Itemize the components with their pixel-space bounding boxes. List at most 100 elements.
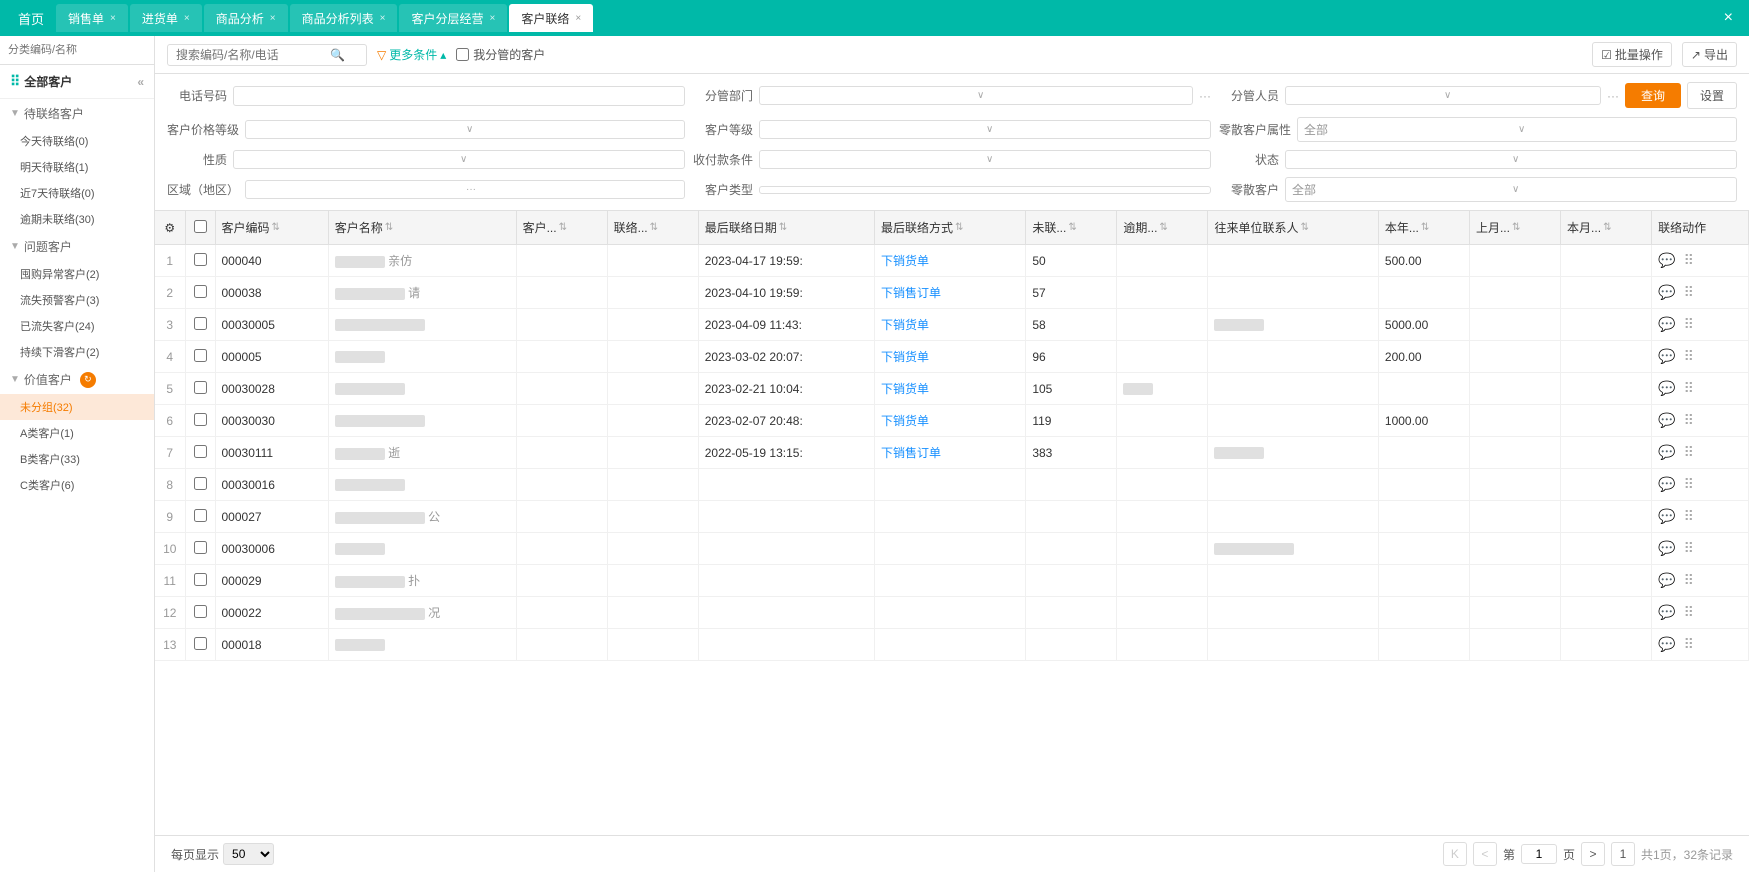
col-header-overdue[interactable]: 逾期...⇅	[1117, 211, 1208, 245]
last-way-cell[interactable]: 下销售订单	[874, 277, 1025, 309]
row-checkbox[interactable]	[194, 573, 207, 586]
sidebar-all-customers[interactable]: ⠿ 全部客户 «	[0, 65, 154, 99]
last-way-cell[interactable]	[874, 533, 1025, 565]
batch-ops-button[interactable]: ☑ 批量操作	[1592, 42, 1672, 67]
grid-action-icon[interactable]: ⠿	[1684, 252, 1694, 269]
row-checkbox[interactable]	[194, 349, 207, 362]
col-header-name[interactable]: 客户名称⇅	[328, 211, 516, 245]
message-icon[interactable]: 💬	[1658, 636, 1675, 653]
grid-action-icon[interactable]: ⠿	[1684, 412, 1694, 429]
reset-button[interactable]: 设置	[1687, 82, 1737, 109]
page-size-select[interactable]: 50 100 200	[223, 843, 274, 865]
row-checkbox-cell[interactable]	[185, 469, 215, 501]
row-checkbox[interactable]	[194, 509, 207, 522]
sidebar-item-ungrouped[interactable]: 未分组(32)	[0, 394, 154, 420]
sidebar-section-problem[interactable]: ▼ 问题客户	[0, 232, 154, 261]
row-checkbox[interactable]	[194, 317, 207, 330]
grid-action-icon[interactable]: ⠿	[1684, 476, 1694, 493]
tab-sales-order[interactable]: 销售单 ×	[56, 4, 128, 32]
grid-action-icon[interactable]: ⠿	[1684, 636, 1694, 653]
status-select[interactable]: ∨	[1285, 150, 1737, 169]
person-select[interactable]: ∨	[1285, 86, 1601, 105]
more-icon[interactable]: ···	[1607, 89, 1619, 103]
grid-action-icon[interactable]: ⠿	[1684, 444, 1694, 461]
row-checkbox[interactable]	[194, 637, 207, 650]
more-conditions-button[interactable]: ▽ 更多条件 ▴	[377, 46, 446, 63]
settings-column-header[interactable]: ⚙	[155, 211, 185, 245]
row-checkbox-cell[interactable]	[185, 277, 215, 309]
message-icon[interactable]: 💬	[1658, 316, 1675, 333]
tab-product-analysis[interactable]: 商品分析 ×	[204, 4, 288, 32]
check-all-checkbox[interactable]	[194, 220, 207, 233]
last-way-cell[interactable]: 下销售订单	[874, 437, 1025, 469]
col-header-this-year[interactable]: 本年...⇅	[1378, 211, 1469, 245]
sidebar-item-abnormal[interactable]: 囤购异常客户(2)	[0, 261, 154, 287]
page-number-input[interactable]	[1521, 844, 1557, 864]
export-button[interactable]: ↗ 导出	[1682, 42, 1737, 67]
phone-input[interactable]	[233, 86, 685, 106]
row-checkbox-cell[interactable]	[185, 405, 215, 437]
col-header-contact[interactable]: 联络...⇅	[607, 211, 698, 245]
message-icon[interactable]: 💬	[1658, 540, 1675, 557]
check-all-header[interactable]	[185, 211, 215, 245]
sidebar-section-value[interactable]: ▼ 价值客户 ↻	[0, 365, 154, 394]
row-checkbox-cell[interactable]	[185, 245, 215, 277]
row-checkbox[interactable]	[194, 381, 207, 394]
sidebar-search-input[interactable]	[8, 44, 150, 56]
my-customers-checkbox[interactable]: 我分管的客户	[456, 46, 545, 63]
col-header-this-month[interactable]: 本月...⇅	[1561, 211, 1652, 245]
sidebar-item-class-b[interactable]: B类客户(33)	[0, 446, 154, 472]
scatter-select[interactable]: 全部 ∨	[1285, 177, 1737, 202]
message-icon[interactable]: 💬	[1658, 572, 1675, 589]
close-icon[interactable]: ×	[489, 13, 495, 24]
row-checkbox[interactable]	[194, 541, 207, 554]
row-checkbox-cell[interactable]	[185, 437, 215, 469]
grid-action-icon[interactable]: ⠿	[1684, 604, 1694, 621]
sidebar-item-tomorrow[interactable]: 明天待联络(1)	[0, 154, 154, 180]
attr-select[interactable]: 全部 ∨	[1297, 117, 1737, 142]
row-checkbox-cell[interactable]	[185, 309, 215, 341]
price-select[interactable]: ∨	[245, 120, 685, 139]
message-icon[interactable]: 💬	[1658, 476, 1675, 493]
nature-select[interactable]: ∨	[233, 150, 685, 169]
grid-action-icon[interactable]: ⠿	[1684, 284, 1694, 301]
message-icon[interactable]: 💬	[1658, 252, 1675, 269]
row-checkbox[interactable]	[194, 477, 207, 490]
window-close-button[interactable]: ×	[1716, 9, 1741, 27]
message-icon[interactable]: 💬	[1658, 380, 1675, 397]
close-icon[interactable]: ×	[110, 13, 116, 24]
grade-select[interactable]: ∨	[759, 120, 1211, 139]
tab-customer-contact[interactable]: 客户联络 ×	[509, 4, 593, 32]
last-page-button[interactable]: 1	[1611, 842, 1635, 866]
grid-action-icon[interactable]: ⠿	[1684, 316, 1694, 333]
last-way-cell[interactable]	[874, 469, 1025, 501]
row-checkbox[interactable]	[194, 253, 207, 266]
row-checkbox-cell[interactable]	[185, 597, 215, 629]
sidebar-item-lost[interactable]: 已流失客户(24)	[0, 313, 154, 339]
search-box[interactable]: 🔍	[167, 44, 367, 66]
tab-customer-segment[interactable]: 客户分层经营 ×	[399, 4, 507, 32]
last-way-cell[interactable]	[874, 565, 1025, 597]
row-checkbox-cell[interactable]	[185, 501, 215, 533]
grid-action-icon[interactable]: ⠿	[1684, 508, 1694, 525]
sidebar-item-overdue[interactable]: 逾期未联络(30)	[0, 206, 154, 232]
row-checkbox-cell[interactable]	[185, 341, 215, 373]
message-icon[interactable]: 💬	[1658, 508, 1675, 525]
last-way-cell[interactable]: 下销货单	[874, 309, 1025, 341]
col-header-type[interactable]: 客户...⇅	[516, 211, 607, 245]
row-checkbox[interactable]	[194, 445, 207, 458]
last-way-cell[interactable]: 下销货单	[874, 341, 1025, 373]
region-select[interactable]: ···	[245, 180, 685, 199]
row-checkbox-cell[interactable]	[185, 629, 215, 661]
col-header-last-date[interactable]: 最后联络日期⇅	[698, 211, 874, 245]
col-header-unit-contact[interactable]: 往来单位联系人⇅	[1208, 211, 1378, 245]
col-header-not-contact[interactable]: 未联...⇅	[1026, 211, 1117, 245]
row-checkbox[interactable]	[194, 605, 207, 618]
message-icon[interactable]: 💬	[1658, 348, 1675, 365]
row-checkbox[interactable]	[194, 413, 207, 426]
sidebar-section-pending[interactable]: ▼ 待联络客户	[0, 99, 154, 128]
row-checkbox-cell[interactable]	[185, 373, 215, 405]
message-icon[interactable]: 💬	[1658, 604, 1675, 621]
grid-action-icon[interactable]: ⠿	[1684, 572, 1694, 589]
message-icon[interactable]: 💬	[1658, 412, 1675, 429]
